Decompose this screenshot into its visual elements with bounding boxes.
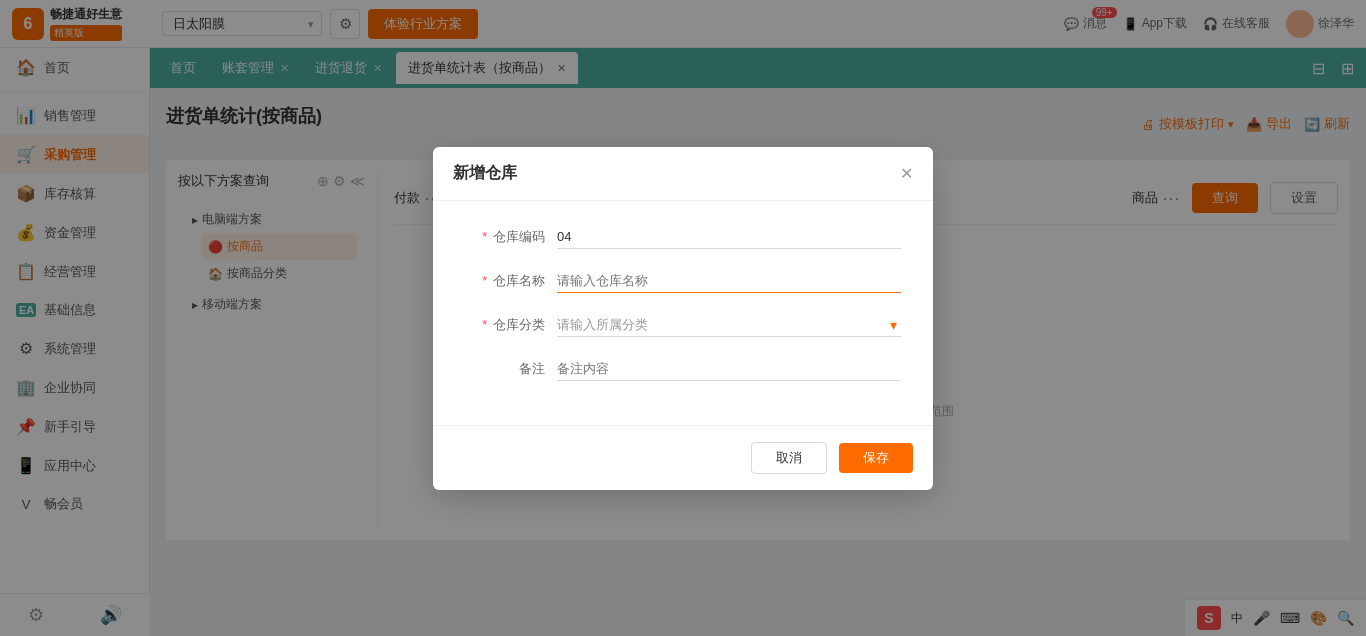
note-label-text: 备注 (519, 361, 545, 376)
modal-title: 新增仓库 (453, 163, 517, 184)
code-label: * 仓库编码 (465, 228, 545, 246)
form-row-category: * 仓库分类 请输入所属分类 (465, 313, 901, 337)
category-label: * 仓库分类 (465, 316, 545, 334)
modal-overlay: 新增仓库 ✕ * 仓库编码 * 仓库名称 (0, 0, 1366, 636)
cancel-button[interactable]: 取消 (751, 442, 827, 474)
warehouse-name-input[interactable] (557, 269, 901, 293)
modal-close-button[interactable]: ✕ (900, 164, 913, 183)
form-row-note: 备注 (465, 357, 901, 381)
warehouse-code-input[interactable] (557, 225, 901, 249)
category-select-wrap[interactable]: 请输入所属分类 (557, 313, 901, 337)
modal-footer: 取消 保存 (433, 425, 933, 490)
note-label: 备注 (465, 360, 545, 378)
category-label-text: 仓库分类 (493, 317, 545, 332)
save-button[interactable]: 保存 (839, 443, 913, 473)
code-label-text: 仓库编码 (493, 229, 545, 244)
modal-header: 新增仓库 ✕ (433, 147, 933, 201)
warehouse-category-select[interactable]: 请输入所属分类 (557, 313, 901, 337)
required-star-code: * (482, 229, 487, 244)
name-label-text: 仓库名称 (493, 273, 545, 288)
form-row-code: * 仓库编码 (465, 225, 901, 249)
modal-body: * 仓库编码 * 仓库名称 * 仓库分类 (433, 201, 933, 425)
new-warehouse-modal: 新增仓库 ✕ * 仓库编码 * 仓库名称 (433, 147, 933, 490)
name-label: * 仓库名称 (465, 272, 545, 290)
warehouse-note-input[interactable] (557, 357, 901, 381)
required-star-name: * (482, 273, 487, 288)
form-row-name: * 仓库名称 (465, 269, 901, 293)
required-star-category: * (482, 317, 487, 332)
